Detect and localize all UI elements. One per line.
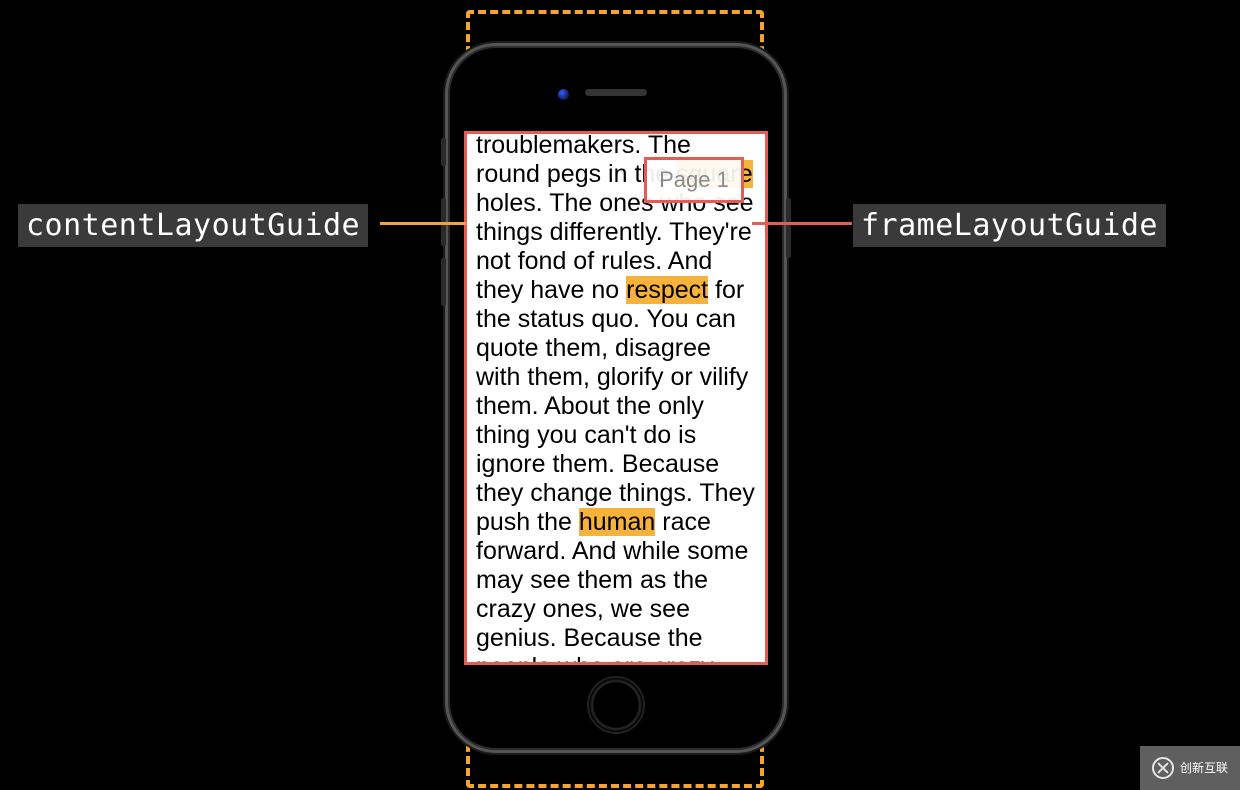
page-indicator-label: Page 1 [659,167,729,193]
scrollview-body-text: troublemakers. The round pegs in the squ… [476,133,760,663]
phone-screen: troublemakers. The round pegs in the squ… [466,133,766,663]
watermark-logo-icon [1152,757,1174,779]
front-camera-icon [558,89,569,100]
phone-power-button [786,198,791,258]
content-layout-guide-label: contentLayoutGuide [18,204,368,247]
phone-volume-down [441,258,446,306]
frame-layout-guide-label: frameLayoutGuide [853,204,1166,247]
home-button-icon [589,678,643,732]
earpiece-speaker [585,89,647,96]
highlight-respect: respect [626,276,708,304]
frame-guide-connector-line [752,222,852,225]
iphone-mockup: troublemakers. The round pegs in the squ… [450,48,782,748]
watermark: 创新互联 [1140,746,1240,790]
highlight-human: human [579,508,655,536]
content-guide-connector-line [380,222,466,225]
watermark-brand: 创新互联 [1180,762,1228,774]
page-indicator-callout: Page 1 [644,157,744,203]
phone-mute-switch [441,138,446,166]
text-segment: for the status quo. You can quote them, … [476,276,755,536]
